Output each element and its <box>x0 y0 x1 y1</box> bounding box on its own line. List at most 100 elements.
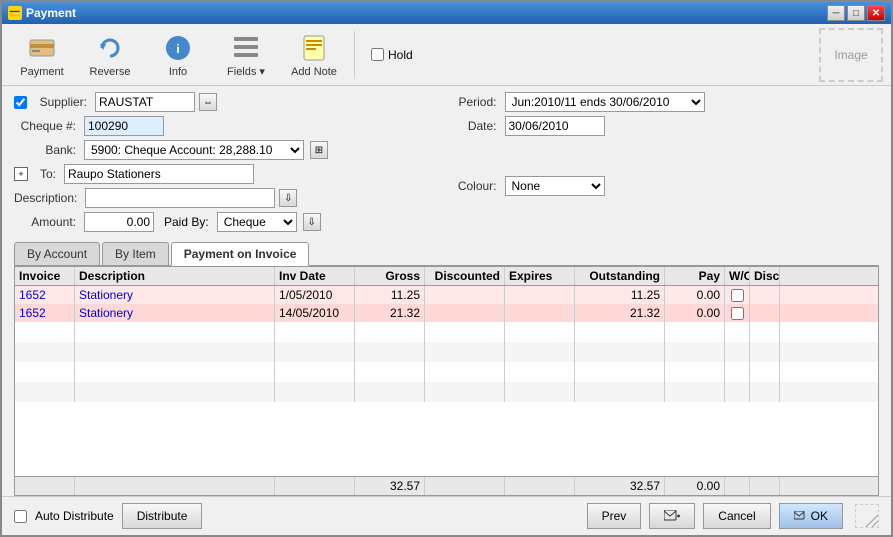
cell-gross: 11.25 <box>355 286 425 304</box>
desc-link[interactable]: Stationery <box>79 306 133 320</box>
cheque-input[interactable] <box>84 116 164 136</box>
col-wo-header: W/O <box>725 267 750 285</box>
cell-disc <box>750 382 780 402</box>
hold-checkbox[interactable] <box>371 48 384 61</box>
cell-discounted <box>425 382 505 402</box>
hold-label: Hold <box>388 48 413 62</box>
supplier-input[interactable]: RAUSTAT <box>95 92 195 112</box>
tab-by-account[interactable]: By Account <box>14 242 100 265</box>
cell-pay <box>665 322 725 342</box>
footer-gross: 32.57 <box>355 477 425 495</box>
fields-toolbar-button[interactable]: Fields ▾ <box>214 28 278 82</box>
cell-discounted <box>425 342 505 362</box>
cell-invoice <box>15 322 75 342</box>
invoice-link[interactable]: 1652 <box>19 288 46 302</box>
supplier-label: Supplier: <box>31 95 91 109</box>
cell-gross <box>355 342 425 362</box>
cell-pay <box>665 382 725 402</box>
window-icon: 💳 <box>8 6 22 20</box>
description-lookup-button[interactable]: ⇩ <box>279 189 297 207</box>
wo-checkbox[interactable] <box>731 289 744 302</box>
cell-disc <box>750 342 780 362</box>
cell-expires <box>505 362 575 382</box>
col-invoice-header: Invoice <box>15 267 75 285</box>
cell-invoice <box>15 382 75 402</box>
reverse-button-label: Reverse <box>90 66 131 78</box>
cell-pay: 0.00 <box>665 286 725 304</box>
cancel-button[interactable]: Cancel <box>703 503 770 529</box>
footer-outstanding: 32.57 <box>575 477 665 495</box>
distribute-button[interactable]: Distribute <box>122 503 203 529</box>
period-select[interactable]: Jun:2010/11 ends 30/06/2010 <box>505 92 705 112</box>
cell-discounted <box>425 304 505 322</box>
cell-wo <box>725 342 750 362</box>
email-send-button[interactable] <box>649 503 695 529</box>
add-note-icon <box>298 32 330 64</box>
tab-bar: By Account By Item Payment on Invoice <box>14 242 879 266</box>
ok-button[interactable]: OK <box>779 503 843 529</box>
cell-desc <box>75 382 275 402</box>
form-col-left: Supplier: RAUSTAT ⇔ Cheque #: Bank: 5900… <box>14 92 443 236</box>
bank-label: Bank: <box>14 143 80 157</box>
auto-distribute-checkbox[interactable] <box>14 510 27 523</box>
col-invdate-header: Inv Date <box>275 267 355 285</box>
invoice-link[interactable]: 1652 <box>19 306 46 320</box>
payment-toolbar-button[interactable]: Payment <box>10 28 74 82</box>
cell-outstanding <box>575 382 665 402</box>
bank-select[interactable]: 5900: Cheque Account: 28,288.10 <box>84 140 304 160</box>
desc-link[interactable]: Stationery <box>79 288 133 302</box>
cell-wo <box>725 362 750 382</box>
expand-button[interactable]: + <box>14 167 28 181</box>
minimize-button[interactable]: ─ <box>827 5 845 21</box>
amount-input[interactable] <box>84 212 154 232</box>
cell-invdate: 14/05/2010 <box>275 304 355 322</box>
cell-outstanding <box>575 322 665 342</box>
col-pay-header: Pay <box>665 267 725 285</box>
reverse-toolbar-button[interactable]: Reverse <box>78 28 142 82</box>
ok-email-icon <box>794 511 808 521</box>
payment-button-label: Payment <box>20 66 63 78</box>
resize-icon <box>856 505 878 527</box>
cell-pay: 0.00 <box>665 304 725 322</box>
close-button[interactable]: ✕ <box>867 5 885 21</box>
tab-payment-on-invoice[interactable]: Payment on Invoice <box>171 242 310 266</box>
cell-desc: Stationery <box>75 286 275 304</box>
info-icon: i <box>162 32 194 64</box>
cell-gross: 21.32 <box>355 304 425 322</box>
cell-invoice: 1652 <box>15 304 75 322</box>
prev-button[interactable]: Prev <box>587 503 642 529</box>
table-header: Invoice Description Inv Date Gross Disco… <box>15 267 878 286</box>
info-toolbar-button[interactable]: i Info <box>146 28 210 82</box>
supplier-checkbox[interactable] <box>14 96 27 109</box>
footer-pay: 0.00 <box>665 477 725 495</box>
bank-row: Bank: 5900: Cheque Account: 28,288.10 ⊞ <box>14 140 443 160</box>
cell-outstanding <box>575 342 665 362</box>
cell-disc <box>750 286 780 304</box>
paid-by-arrow[interactable]: ⇩ <box>303 213 321 231</box>
wo-checkbox[interactable] <box>731 307 744 320</box>
colour-select[interactable]: None Red Blue Green <box>505 176 605 196</box>
col-desc-header: Description <box>75 267 275 285</box>
cell-invdate: 1/05/2010 <box>275 286 355 304</box>
tab-by-item[interactable]: By Item <box>102 242 169 265</box>
to-input[interactable] <box>64 164 254 184</box>
cell-wo <box>725 304 750 322</box>
date-input[interactable] <box>505 116 605 136</box>
description-input[interactable] <box>85 188 275 208</box>
add-note-toolbar-button[interactable]: Add Note <box>282 28 346 82</box>
cell-expires <box>505 286 575 304</box>
maximize-button[interactable]: □ <box>847 5 865 21</box>
titlebar-left: 💳 Payment <box>8 6 76 20</box>
table-body: 1652 Stationery 1/05/2010 11.25 11.25 0.… <box>15 286 878 476</box>
cell-disc <box>750 362 780 382</box>
supplier-lookup-button[interactable]: ⇔ <box>199 93 217 111</box>
cell-outstanding: 11.25 <box>575 286 665 304</box>
cell-invdate <box>275 322 355 342</box>
cell-desc: Stationery <box>75 304 275 322</box>
supplier-row: Supplier: RAUSTAT ⇔ <box>14 92 443 112</box>
invoice-table: Invoice Description Inv Date Gross Disco… <box>14 266 879 496</box>
table-row <box>15 342 878 362</box>
paid-by-select[interactable]: Cheque EFT Cash Credit Card <box>217 212 297 232</box>
bank-edit-button[interactable]: ⊞ <box>310 141 328 159</box>
toolbar: Payment Reverse i Info <box>2 24 891 86</box>
